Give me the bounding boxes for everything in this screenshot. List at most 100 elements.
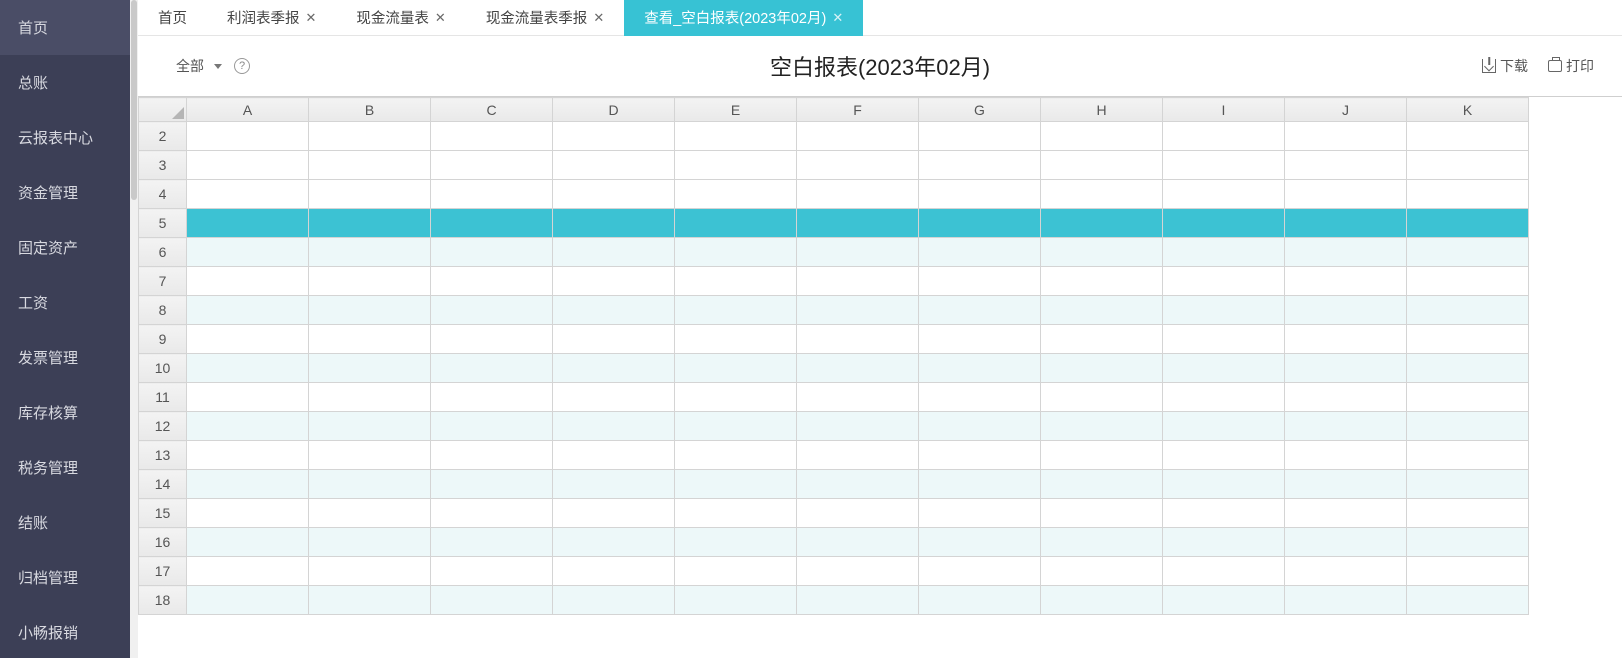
cell-B9[interactable]	[309, 325, 431, 354]
cell-G18[interactable]	[919, 586, 1041, 615]
cell-D14[interactable]	[553, 470, 675, 499]
cell-E9[interactable]	[675, 325, 797, 354]
print-button[interactable]: 打印	[1548, 56, 1594, 76]
sidebar-item-9[interactable]: 结账	[0, 495, 130, 550]
cell-I16[interactable]	[1163, 528, 1285, 557]
cell-F6[interactable]	[797, 238, 919, 267]
cell-F9[interactable]	[797, 325, 919, 354]
sidebar-item-4[interactable]: 固定资产	[0, 220, 130, 275]
cell-I18[interactable]	[1163, 586, 1285, 615]
cell-D10[interactable]	[553, 354, 675, 383]
cell-I17[interactable]	[1163, 557, 1285, 586]
cell-I4[interactable]	[1163, 180, 1285, 209]
cell-D18[interactable]	[553, 586, 675, 615]
filter-dropdown[interactable]: 全部 ?	[176, 56, 250, 76]
cell-C2[interactable]	[431, 122, 553, 151]
cell-J9[interactable]	[1285, 325, 1407, 354]
cell-E18[interactable]	[675, 586, 797, 615]
cell-H10[interactable]	[1041, 354, 1163, 383]
cell-D16[interactable]	[553, 528, 675, 557]
cell-C16[interactable]	[431, 528, 553, 557]
cell-G9[interactable]	[919, 325, 1041, 354]
cell-C4[interactable]	[431, 180, 553, 209]
cell-I7[interactable]	[1163, 267, 1285, 296]
cell-B6[interactable]	[309, 238, 431, 267]
cell-G15[interactable]	[919, 499, 1041, 528]
cell-E6[interactable]	[675, 238, 797, 267]
cell-H12[interactable]	[1041, 412, 1163, 441]
cell-D5[interactable]	[553, 209, 675, 238]
column-header-J[interactable]: J	[1285, 98, 1407, 122]
download-button[interactable]: 下载	[1482, 56, 1528, 76]
cell-C11[interactable]	[431, 383, 553, 412]
cell-I9[interactable]	[1163, 325, 1285, 354]
cell-F11[interactable]	[797, 383, 919, 412]
sidebar-item-7[interactable]: 库存核算	[0, 385, 130, 440]
cell-E12[interactable]	[675, 412, 797, 441]
cell-F5[interactable]	[797, 209, 919, 238]
cell-A14[interactable]	[187, 470, 309, 499]
cell-B10[interactable]	[309, 354, 431, 383]
cell-D11[interactable]	[553, 383, 675, 412]
cell-J11[interactable]	[1285, 383, 1407, 412]
cell-H15[interactable]	[1041, 499, 1163, 528]
row-header-11[interactable]: 11	[139, 383, 187, 412]
column-header-G[interactable]: G	[919, 98, 1041, 122]
cell-I5[interactable]	[1163, 209, 1285, 238]
cell-I12[interactable]	[1163, 412, 1285, 441]
cell-E8[interactable]	[675, 296, 797, 325]
cell-F12[interactable]	[797, 412, 919, 441]
sidebar-item-11[interactable]: 小畅报销	[0, 605, 130, 658]
cell-K6[interactable]	[1407, 238, 1529, 267]
cell-A11[interactable]	[187, 383, 309, 412]
sidebar-scrollbar[interactable]	[130, 0, 138, 658]
cell-K15[interactable]	[1407, 499, 1529, 528]
help-icon[interactable]: ?	[234, 58, 250, 74]
cell-K13[interactable]	[1407, 441, 1529, 470]
close-icon[interactable]: ✕	[593, 11, 604, 24]
row-header-4[interactable]: 4	[139, 180, 187, 209]
cell-A17[interactable]	[187, 557, 309, 586]
cell-J13[interactable]	[1285, 441, 1407, 470]
cell-F13[interactable]	[797, 441, 919, 470]
cell-G8[interactable]	[919, 296, 1041, 325]
cell-K14[interactable]	[1407, 470, 1529, 499]
cell-D6[interactable]	[553, 238, 675, 267]
cell-I8[interactable]	[1163, 296, 1285, 325]
cell-C9[interactable]	[431, 325, 553, 354]
row-header-6[interactable]: 6	[139, 238, 187, 267]
cell-I10[interactable]	[1163, 354, 1285, 383]
cell-B15[interactable]	[309, 499, 431, 528]
cell-G17[interactable]	[919, 557, 1041, 586]
cell-E3[interactable]	[675, 151, 797, 180]
cell-K16[interactable]	[1407, 528, 1529, 557]
cell-E17[interactable]	[675, 557, 797, 586]
cell-K2[interactable]	[1407, 122, 1529, 151]
cell-J5[interactable]	[1285, 209, 1407, 238]
tab-4[interactable]: 查看_空白报表(2023年02月)✕	[624, 0, 863, 36]
cell-H3[interactable]	[1041, 151, 1163, 180]
cell-B13[interactable]	[309, 441, 431, 470]
cell-I15[interactable]	[1163, 499, 1285, 528]
cell-G2[interactable]	[919, 122, 1041, 151]
cell-A15[interactable]	[187, 499, 309, 528]
cell-K18[interactable]	[1407, 586, 1529, 615]
cell-J6[interactable]	[1285, 238, 1407, 267]
cell-C7[interactable]	[431, 267, 553, 296]
cell-H14[interactable]	[1041, 470, 1163, 499]
select-all-corner[interactable]	[139, 98, 187, 122]
cell-K10[interactable]	[1407, 354, 1529, 383]
cell-G14[interactable]	[919, 470, 1041, 499]
cell-B8[interactable]	[309, 296, 431, 325]
cell-C5[interactable]	[431, 209, 553, 238]
row-header-3[interactable]: 3	[139, 151, 187, 180]
cell-B12[interactable]	[309, 412, 431, 441]
cell-B14[interactable]	[309, 470, 431, 499]
cell-C17[interactable]	[431, 557, 553, 586]
cell-B4[interactable]	[309, 180, 431, 209]
spreadsheet[interactable]: ABCDEFGHIJK23456789101112131415161718	[138, 96, 1622, 658]
cell-H5[interactable]	[1041, 209, 1163, 238]
cell-G11[interactable]	[919, 383, 1041, 412]
cell-B7[interactable]	[309, 267, 431, 296]
cell-E11[interactable]	[675, 383, 797, 412]
